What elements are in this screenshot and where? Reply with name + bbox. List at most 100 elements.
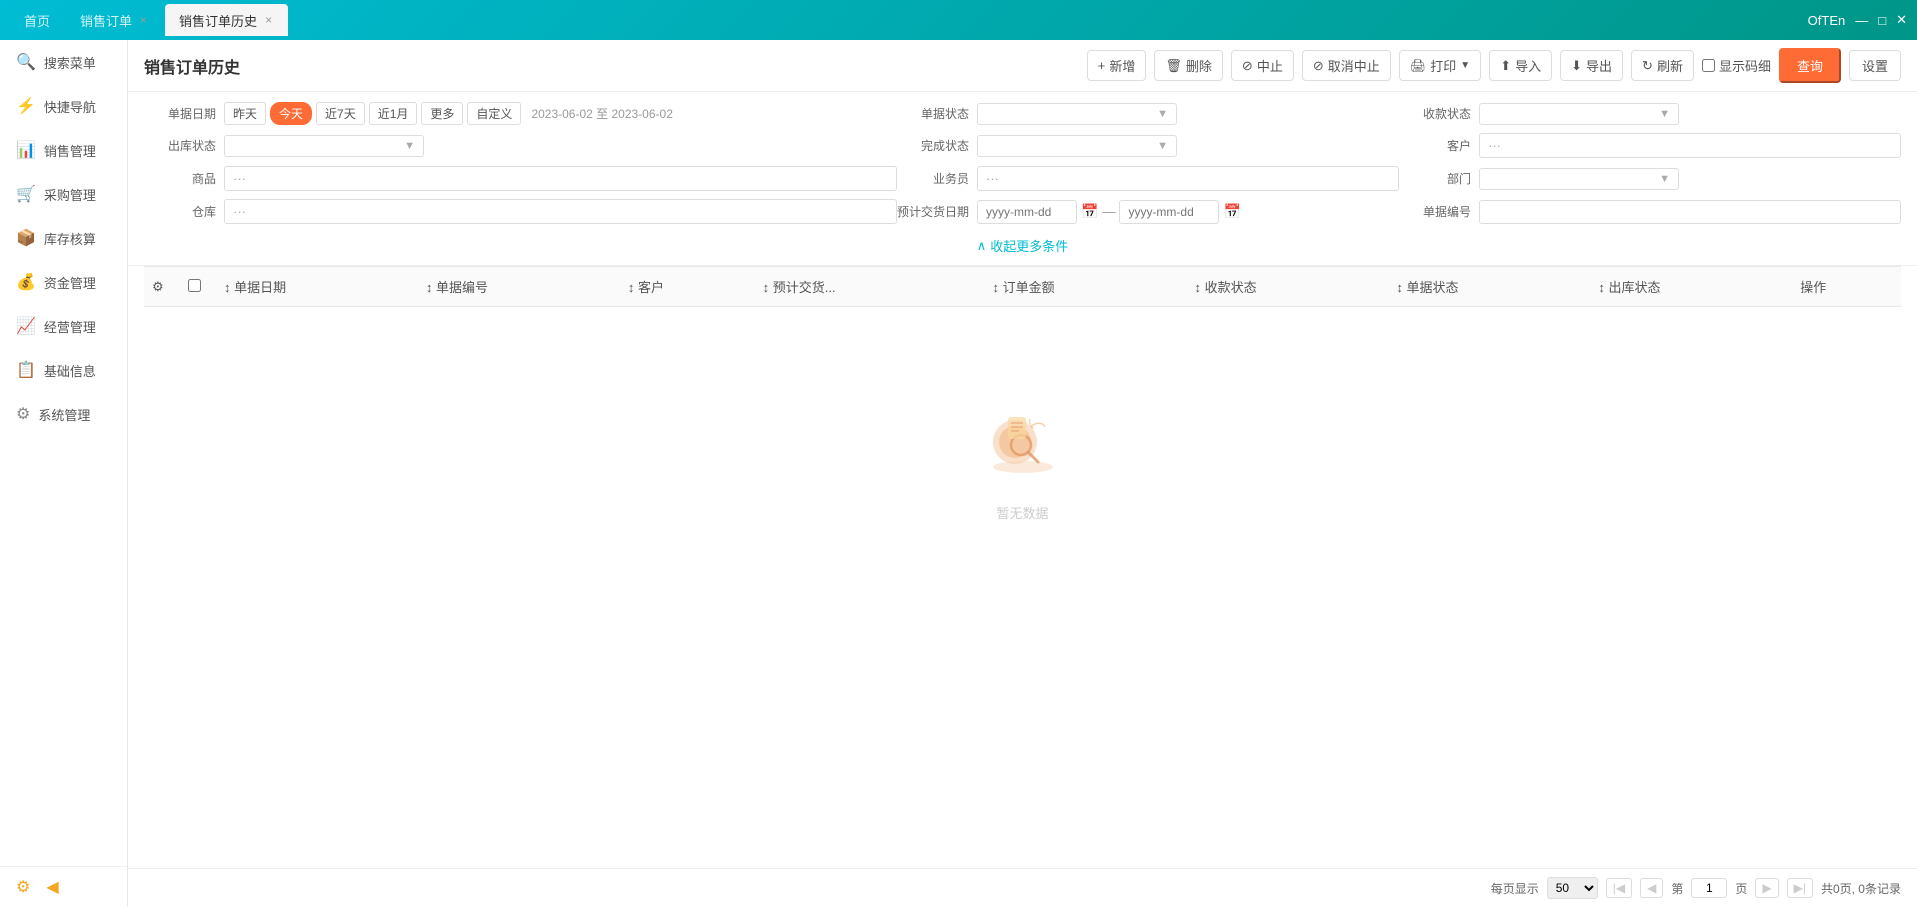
th-date[interactable]: ↕ 单据日期	[216, 267, 418, 307]
collapse-btn[interactable]: ∧ 收起更多条件	[144, 232, 1901, 255]
th-order-amount[interactable]: ↕ 订单金额	[985, 267, 1187, 307]
tab-sales-order-history[interactable]: 销售订单历史 ×	[165, 4, 288, 36]
calendar-from-icon[interactable]: 📅	[1081, 203, 1098, 220]
sidebar-collapse-btn[interactable]: ◀	[46, 877, 58, 897]
sidebar-item-search[interactable]: 🔍 搜索菜单	[0, 40, 127, 84]
import-icon: ⬆	[1500, 58, 1511, 74]
th-expected-delivery[interactable]: ↕ 预计交货...	[755, 267, 985, 307]
basicinfo-icon: 📋	[16, 360, 36, 380]
th-bill-number[interactable]: ↕ 单据编号	[418, 267, 620, 307]
tab-sales-order-label: 销售订单	[80, 11, 132, 30]
th-expected-delivery-label: ↕ 预计交货...	[763, 280, 836, 295]
delivery-status-control: ▼	[224, 135, 897, 157]
filter-row-3: 商品 ··· 业务员 ··· 部门	[144, 166, 1901, 191]
tab-sales-order[interactable]: 销售订单 ×	[66, 4, 163, 36]
th-bill-number-label: ↕ 单据编号	[426, 280, 488, 295]
sidebar-purchase-label: 采购管理	[44, 185, 96, 204]
warehouse-input[interactable]: ···	[224, 199, 897, 224]
tab-sales-order-history-close[interactable]: ×	[263, 12, 274, 28]
export-button[interactable]: ⬇ 导出	[1560, 50, 1623, 81]
sidebar-item-system[interactable]: ⚙ 系统管理	[0, 392, 127, 436]
th-payment-status[interactable]: ↕ 收款状态	[1186, 267, 1388, 307]
th-bill-status[interactable]: ↕ 单据状态	[1388, 267, 1590, 307]
import-label: 导入	[1515, 56, 1541, 75]
print-button[interactable]: 🖨 打印 ▼	[1399, 50, 1481, 81]
sidebar-item-basicinfo[interactable]: 📋 基础信息	[0, 348, 127, 392]
refresh-button[interactable]: ↻ 刷新	[1631, 50, 1694, 81]
date-btn-more[interactable]: 更多	[421, 102, 463, 125]
per-page-select[interactable]: 50 10 20 100	[1547, 877, 1598, 899]
salesperson-input[interactable]: ···	[977, 166, 1399, 191]
sidebar-item-purchase[interactable]: 🛒 采购管理	[0, 172, 127, 216]
th-delivery-status[interactable]: ↕ 出库状态	[1590, 267, 1792, 307]
query-button[interactable]: 查询	[1779, 48, 1841, 83]
page-number-input[interactable]	[1691, 878, 1727, 898]
print-label: 打印	[1430, 56, 1456, 75]
sidebar-item-operations[interactable]: 📈 经营管理	[0, 304, 127, 348]
date-filter-group: 单据日期 昨天 今天 近7天 近1月 更多 自定义 2023-06-02 至 2…	[144, 102, 897, 125]
payment-status-select[interactable]: ▼	[1479, 103, 1679, 125]
customer-input[interactable]: ···	[1479, 133, 1901, 158]
tab-sales-order-close[interactable]: ×	[138, 12, 149, 28]
department-select[interactable]: ▼	[1479, 168, 1679, 190]
tab-home[interactable]: 首页	[10, 4, 64, 36]
expected-date-from[interactable]	[977, 200, 1077, 224]
display-columns-input[interactable]	[1702, 59, 1715, 72]
select-all-checkbox[interactable]	[188, 279, 201, 292]
delete-button[interactable]: 🗑 删除	[1154, 50, 1223, 81]
add-button[interactable]: + 新增	[1087, 50, 1147, 81]
sidebar-item-finance[interactable]: 💰 资金管理	[0, 260, 127, 304]
date-btn-custom[interactable]: 自定义	[467, 102, 521, 125]
date-btn-yesterday[interactable]: 昨天	[224, 102, 266, 125]
bill-number-input[interactable]	[1479, 200, 1901, 224]
delivery-status-select[interactable]: ▼	[224, 135, 424, 157]
main-layout: 🔍 搜索菜单 ⚡ 快捷导航 📊 销售管理 🛒 采购管理 📦 库存核算 💰 资金管…	[0, 40, 1917, 907]
department-group: 部门 ▼	[1399, 168, 1901, 190]
top-bar-right: OfTEn — □ ✕	[1808, 12, 1907, 28]
th-settings[interactable]: ⚙	[144, 267, 180, 307]
complete-status-select[interactable]: ▼	[977, 135, 1177, 157]
next-page-btn[interactable]: ▶	[1755, 878, 1778, 898]
expected-date-control: 📅 — 📅	[977, 200, 1399, 224]
sidebar-item-sales[interactable]: 📊 销售管理	[0, 128, 127, 172]
display-columns-checkbox[interactable]: 显示码细	[1702, 56, 1771, 75]
table-settings-icon[interactable]: ⚙	[152, 279, 164, 294]
department-label: 部门	[1399, 170, 1479, 187]
sidebar-basicinfo-label: 基础信息	[44, 361, 96, 380]
th-checkbox[interactable]	[180, 267, 216, 307]
bill-status-select[interactable]: ▼	[977, 103, 1177, 125]
sidebar-bottom: ⚙ ◀	[0, 866, 127, 907]
cancel-stop-button[interactable]: ⊘ 取消中止	[1302, 50, 1391, 81]
date-btn-7days[interactable]: 近7天	[316, 102, 365, 125]
date-btn-1month[interactable]: 近1月	[369, 102, 418, 125]
warehouse-group: 仓库 ···	[144, 199, 897, 224]
window-maximize-icon[interactable]: □	[1878, 13, 1886, 28]
cancel-stop-icon: ⊘	[1313, 58, 1324, 74]
calendar-to-icon[interactable]: 📅	[1223, 203, 1240, 220]
th-customer[interactable]: ↕ 客户	[620, 267, 755, 307]
th-payment-status-label: ↕ 收款状态	[1194, 280, 1256, 295]
sidebar-item-inventory[interactable]: 📦 库存核算	[0, 216, 127, 260]
salesperson-group: 业务员 ···	[897, 166, 1399, 191]
expected-date-group: 预计交货日期 📅 — 📅	[897, 200, 1399, 224]
content-area: 销售订单历史 + 新增 🗑 删除 ⊘ 中止 ⊘ 取消中止	[128, 40, 1917, 907]
query-label: 查询	[1797, 59, 1823, 74]
date-range-text: 2023-06-02 至 2023-06-02	[531, 105, 672, 122]
collapse-text: 收起更多条件	[990, 236, 1068, 255]
page-label: 第	[1671, 880, 1683, 897]
expected-date-to[interactable]	[1119, 200, 1219, 224]
filter-row-1: 单据日期 昨天 今天 近7天 近1月 更多 自定义 2023-06-02 至 2…	[144, 102, 1901, 125]
stop-button[interactable]: ⊘ 中止	[1231, 50, 1294, 81]
sidebar-settings-btn[interactable]: ⚙	[16, 877, 30, 897]
first-page-btn[interactable]: |◀	[1606, 878, 1632, 898]
settings-button[interactable]: 设置	[1849, 50, 1901, 81]
import-button[interactable]: ⬆ 导入	[1489, 50, 1552, 81]
prev-page-btn[interactable]: ◀	[1640, 878, 1663, 898]
goods-input[interactable]: ···	[224, 166, 897, 191]
last-page-btn[interactable]: ▶|	[1787, 878, 1813, 898]
date-btn-today[interactable]: 今天	[270, 102, 312, 125]
sidebar-item-quicknav[interactable]: ⚡ 快捷导航	[0, 84, 127, 128]
page-title: 销售订单历史	[144, 54, 240, 78]
window-minimize-icon[interactable]: —	[1855, 13, 1868, 28]
window-close-icon[interactable]: ✕	[1896, 12, 1907, 28]
